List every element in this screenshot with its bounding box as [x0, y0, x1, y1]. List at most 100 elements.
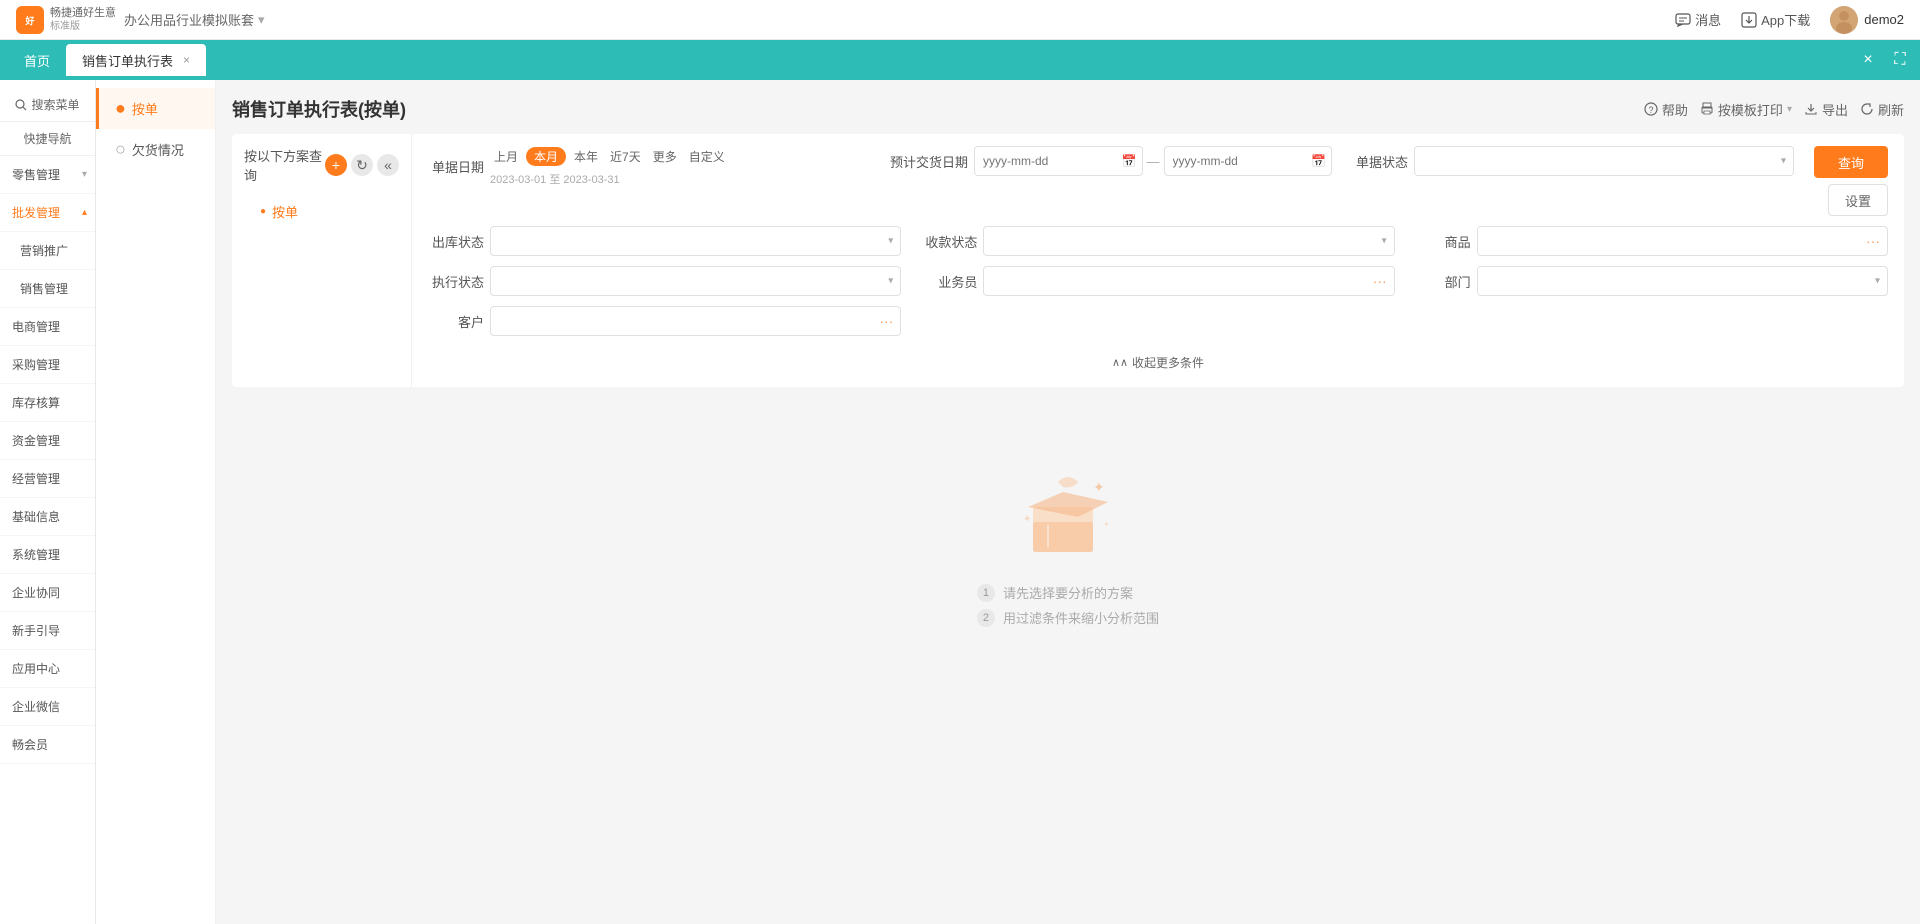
empty-tip-1: 1 请先选择要分析的方案	[977, 583, 1159, 602]
tab-close-icon[interactable]: ×	[183, 53, 190, 67]
customer-input[interactable]	[490, 306, 901, 336]
sidebar-search[interactable]: 搜索菜单	[0, 88, 95, 122]
calendar-end-icon[interactable]: 📅	[1311, 154, 1326, 168]
date-btn-custom[interactable]: 自定义	[685, 146, 729, 167]
customer-field: 客户 ···	[428, 306, 901, 336]
sidebar-item-basic-info[interactable]: 基础信息	[0, 498, 95, 536]
calendar-start-icon[interactable]: 📅	[1122, 154, 1137, 168]
date-btn-this-year[interactable]: 本年	[570, 146, 602, 167]
product-dots-icon[interactable]: ···	[1866, 233, 1880, 249]
status-input[interactable]	[1414, 146, 1794, 176]
collapse-button[interactable]: «	[377, 154, 399, 176]
chevron-down-icon: ▾	[82, 169, 87, 180]
sidebar-item-system[interactable]: 系统管理	[0, 536, 95, 574]
export-button[interactable]: 导出	[1804, 100, 1848, 119]
sidebar-item-wholesale[interactable]: 批发管理 ▴	[0, 194, 95, 232]
tip-number-2: 2	[977, 609, 995, 627]
avatar	[1830, 6, 1858, 34]
date-btn-7days[interactable]: 近7天	[606, 146, 645, 167]
sidebar-item-ecommerce[interactable]: 电商管理	[0, 308, 95, 346]
message-button[interactable]: 消息	[1675, 10, 1721, 29]
search-menu-button[interactable]: 搜索菜单	[8, 96, 87, 113]
exec-status-label: 执行状态	[428, 272, 484, 291]
scheme-column: 按以下方案查询 + ↻ « ● 按单	[232, 134, 412, 387]
sidebar-item-marketing[interactable]: 营销推广	[0, 232, 95, 270]
bullet-icon: ●	[115, 98, 126, 119]
salesperson-label: 业务员	[921, 272, 977, 291]
refresh-button[interactable]: 刷新	[1860, 100, 1904, 119]
refresh-scheme-button[interactable]: ↻	[351, 154, 373, 176]
sidebar-item-wechat[interactable]: 企业微信	[0, 688, 95, 726]
help-icon: ?	[1644, 102, 1658, 116]
pay-status-input[interactable]	[983, 226, 1394, 256]
window-expand-button[interactable]: ⛶	[1888, 48, 1912, 72]
sidebar-item-retail[interactable]: 零售管理 ▾	[0, 156, 95, 194]
salesperson-dots-icon[interactable]: ···	[1373, 273, 1387, 289]
quick-nav[interactable]: 快捷导航	[0, 122, 95, 156]
out-status-field: 出库状态 ▾	[428, 226, 901, 256]
download-icon	[1741, 12, 1757, 28]
tab-home[interactable]: 首页	[8, 44, 66, 76]
exec-status-field: 执行状态 ▾	[428, 266, 901, 296]
filter-row-2: 出库状态 ▾ 收款状态 ▾	[428, 226, 1888, 256]
out-status-input[interactable]	[490, 226, 901, 256]
tip-number-1: 1	[977, 584, 995, 602]
expected-date-start-input[interactable]	[974, 146, 1143, 176]
scheme-icons: + ↻ «	[325, 154, 399, 176]
export-icon	[1804, 102, 1818, 116]
product-label: 商品	[1415, 232, 1471, 251]
date-range-text: 2023-03-01 至 2023-03-31	[490, 171, 870, 187]
date-btn-this-month[interactable]: 本月	[526, 147, 566, 166]
user-area[interactable]: demo2	[1830, 6, 1904, 34]
sub-sidebar-item-shortage[interactable]: ○ 欠货情况	[96, 129, 215, 170]
sidebar-item-finance[interactable]: 资金管理	[0, 422, 95, 460]
svg-text:✦: ✦	[1093, 479, 1105, 495]
sidebar-item-purchase[interactable]: 采购管理	[0, 346, 95, 384]
username-label: demo2	[1864, 12, 1904, 27]
exec-status-input[interactable]	[490, 266, 901, 296]
window-close-button[interactable]: ×	[1856, 48, 1880, 72]
date-btn-last-month[interactable]: 上月	[490, 146, 522, 167]
sidebar-item-newbie[interactable]: 新手引导	[0, 612, 95, 650]
message-icon	[1675, 12, 1691, 28]
expected-date-end-input[interactable]	[1164, 146, 1333, 176]
pay-status-field: 收款状态 ▾	[921, 226, 1394, 256]
scheme-item-by-order[interactable]: ● 按单	[244, 194, 399, 229]
dept-input[interactable]	[1477, 266, 1888, 296]
empty-tips: 1 请先选择要分析的方案 2 用过滤条件来缩小分析范围	[977, 583, 1159, 627]
sidebar-item-sales[interactable]: 销售管理	[0, 270, 95, 308]
sidebar-item-inventory[interactable]: 库存核算	[0, 384, 95, 422]
date-field: 单据日期 上月 本月 本年 近7天 更多 自定义 20	[428, 146, 870, 187]
settings-button[interactable]: 设置	[1828, 184, 1888, 216]
empty-icon: ✦ ✦ ✦	[1008, 467, 1128, 567]
sub-sidebar-item-by-order[interactable]: ● 按单	[96, 88, 215, 129]
sidebar-item-member[interactable]: 畅会员	[0, 726, 95, 764]
collapse-more-button[interactable]: ∧∧ 收起更多条件	[428, 346, 1888, 375]
search-icon	[15, 99, 27, 111]
help-button[interactable]: ? 帮助	[1644, 100, 1688, 119]
breadcrumb[interactable]: 办公用品行业模拟账套 ▾	[124, 10, 265, 29]
chevron-up-icon: ▴	[82, 207, 87, 218]
empty-tip-2: 2 用过滤条件来缩小分析范围	[977, 608, 1159, 627]
filter-layout: 按以下方案查询 + ↻ « ● 按单	[232, 134, 1904, 387]
date-btn-more[interactable]: 更多	[649, 146, 681, 167]
sidebar-item-operations[interactable]: 经营管理	[0, 460, 95, 498]
tab-sales-order[interactable]: 销售订单执行表 ×	[66, 44, 206, 76]
filter-row-3: 执行状态 ▾ 业务员 ···	[428, 266, 1888, 296]
sidebar-item-enterprise[interactable]: 企业协同	[0, 574, 95, 612]
salesperson-input[interactable]	[983, 266, 1394, 296]
customer-dots-icon[interactable]: ···	[879, 313, 893, 329]
product-input[interactable]	[1477, 226, 1888, 256]
print-button[interactable]: 按模板打印 ▾	[1700, 100, 1792, 119]
search-button[interactable]: 查询	[1814, 146, 1888, 178]
logo-area: 好 畅捷通好生意 标准版	[16, 6, 116, 34]
add-scheme-button[interactable]: +	[325, 154, 347, 176]
product-field: 商品 ···	[1415, 226, 1888, 256]
dept-field: 部门 ▾	[1415, 266, 1888, 296]
dept-label: 部门	[1415, 272, 1471, 291]
refresh-icon	[1860, 102, 1874, 116]
tab-bar-controls: × ⛶	[1856, 48, 1912, 72]
sidebar-item-app-center[interactable]: 应用中心	[0, 650, 95, 688]
app-download-button[interactable]: App下载	[1741, 10, 1810, 29]
tab-bar: 首页 销售订单执行表 × × ⛶	[0, 40, 1920, 80]
